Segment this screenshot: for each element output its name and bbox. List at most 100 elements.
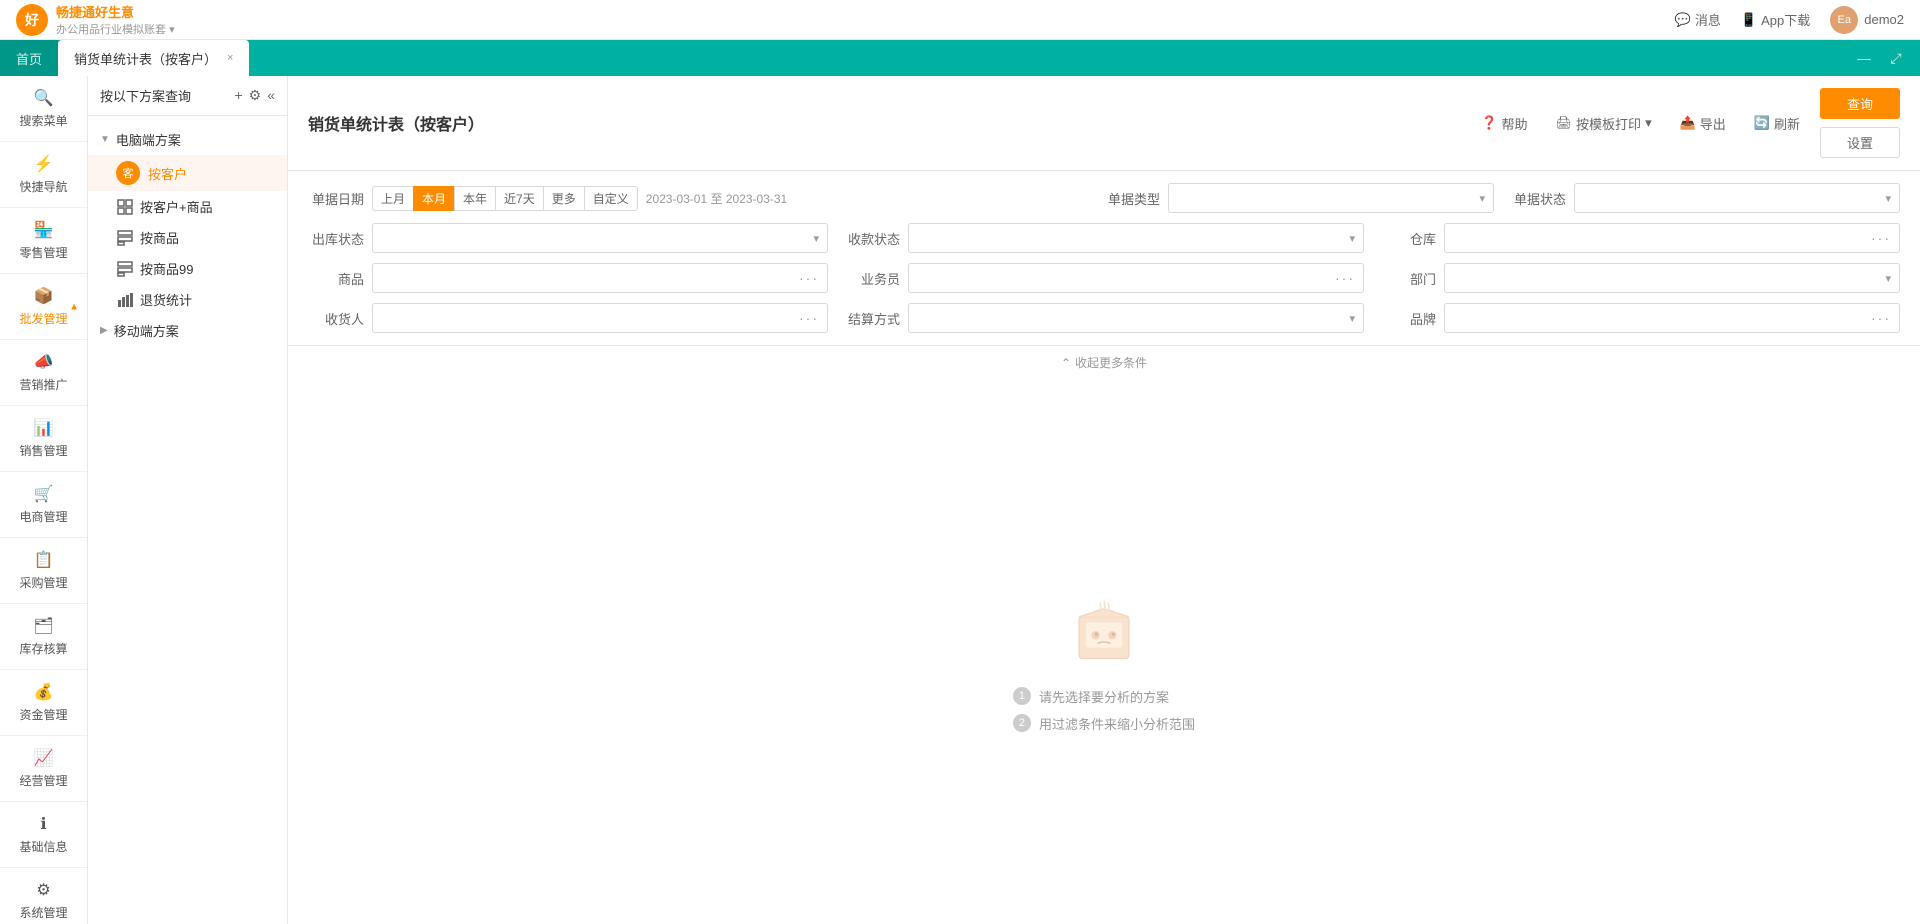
left-panel-header: 按以下方案查询 + ⚙ « (88, 76, 287, 116)
by-goods99-icon (116, 260, 134, 278)
sidebar-item-wholesale[interactable]: 📦 批发管理 ▲ (0, 274, 87, 340)
left-panel: 按以下方案查询 + ⚙ « ▼ 电脑端方案 客 按客户 (88, 76, 288, 924)
doc-type-select[interactable]: ▾ (1168, 183, 1494, 213)
tree-group-mobile-header[interactable]: ▶ 移动端方案 (88, 315, 287, 346)
date-tab-more[interactable]: 更多 (543, 186, 584, 211)
avatar: Ea (1830, 6, 1858, 34)
date-tab-this-month[interactable]: 本月 (413, 186, 454, 211)
export-btn[interactable]: 📤 导出 (1672, 110, 1734, 137)
page-title-row: 销货单统计表（按客户） ❓ 帮助 🖨 按模板打印 ▾ 📤 (308, 88, 1900, 158)
goods-select[interactable]: ··· (372, 263, 828, 293)
print-btn[interactable]: 🖨 按模板打印 ▾ (1548, 110, 1660, 137)
logo-area: 好 畅捷通好生意 办公用品行业模拟账套 ▾ (16, 2, 175, 37)
inventory-icon: 🗂 (33, 616, 53, 636)
tree-group-desktop-header[interactable]: ▼ 电脑端方案 (88, 124, 287, 155)
brand-dots: ··· (1871, 310, 1891, 326)
date-range-display: 2023-03-01 至 2023-03-31 (646, 190, 787, 207)
help-btn[interactable]: ❓ 帮助 (1473, 110, 1535, 137)
filter-row-3: 商品 ··· 业务员 ··· 部门 (308, 263, 1900, 293)
date-tab-this-year[interactable]: 本年 (454, 186, 495, 211)
date-tab-7days[interactable]: 近7天 (495, 186, 543, 211)
purchase-icon: 📋 (34, 550, 54, 570)
scheme-settings-btn[interactable]: ⚙ (249, 87, 262, 104)
recipient-select[interactable]: ··· (372, 303, 828, 333)
query-button[interactable]: 查询 (1820, 88, 1900, 119)
warehouse-select[interactable]: ··· (1444, 223, 1900, 253)
sidebar-item-purchase[interactable]: 📋 采购管理 (0, 538, 87, 604)
download-icon: 📱 (1741, 12, 1757, 28)
tab-active[interactable]: 销货单统计表（按客户） × (58, 40, 249, 76)
tab-restore-btn[interactable]: ⤢ (1884, 46, 1908, 70)
tab-home[interactable]: 首页 (0, 40, 58, 76)
sidebar-item-system[interactable]: ⚙ 系统管理 (0, 868, 87, 924)
tree-item-by-goods99[interactable]: 按商品99 (88, 253, 287, 284)
filter-row-4: 收货人 ··· 结算方式 ▾ 品牌 (308, 303, 1900, 333)
sidebar-item-inventory[interactable]: 🗂 库存核算 (0, 604, 87, 670)
refresh-btn[interactable]: 🔄 刷新 (1746, 110, 1808, 137)
brand-select[interactable]: ··· (1444, 303, 1900, 333)
app-download-btn[interactable]: 📱 App下载 (1741, 10, 1810, 29)
out-status-select[interactable]: ▾ (372, 223, 828, 253)
left-panel-actions: + ⚙ « (234, 87, 275, 104)
tab-minimize-btn[interactable]: — (1852, 46, 1876, 70)
department-arrow: ▾ (1885, 272, 1891, 285)
date-tab-last-month[interactable]: 上月 (372, 186, 413, 211)
message-icon: 💬 (1675, 12, 1691, 28)
collapse-label: 收起更多条件 (1075, 354, 1147, 371)
doc-type-filter-item: 单据类型 ▾ (1104, 183, 1494, 213)
logo-icon: 好 (16, 4, 48, 36)
tip-num-2: 2 (1013, 714, 1031, 732)
print-dropdown-arrow: ▾ (1645, 115, 1652, 131)
out-status-arrow: ▾ (813, 232, 819, 245)
tree-expand-arrow: ▼ (100, 134, 110, 145)
sidebar-item-retail[interactable]: 🏪 零售管理 (0, 208, 87, 274)
sidebar-item-nav[interactable]: ⚡ 快捷导航 (0, 142, 87, 208)
sidebar-item-base[interactable]: ℹ 基础信息 (0, 802, 87, 868)
salesperson-label: 业务员 (844, 269, 900, 288)
filter-row-1: 单据日期 上月 本月 本年 近7天 更多 自定义 2023-03-01 至 20… (308, 183, 1900, 213)
salesperson-select[interactable]: ··· (908, 263, 1364, 293)
tab-close-icon[interactable]: × (227, 52, 233, 64)
empty-tip-2: 2 用过滤条件来缩小分析范围 (1013, 714, 1195, 733)
goods-filter-item: 商品 ··· (308, 263, 828, 293)
doc-status-filter-item: 单据状态 ▾ (1510, 183, 1900, 213)
tree-item-by-goods[interactable]: 按商品 (88, 222, 287, 253)
collapse-panel-btn[interactable]: « (267, 87, 275, 104)
add-scheme-btn[interactable]: + (234, 87, 242, 104)
tree-group-mobile: ▶ 移动端方案 (88, 315, 287, 346)
settlement-select[interactable]: ▾ (908, 303, 1364, 333)
ecommerce-icon: 🛒 (34, 484, 54, 504)
app-name: 畅捷通好生意 (56, 2, 175, 21)
user-profile[interactable]: Ea demo2 (1830, 6, 1904, 34)
tree-item-by-customer[interactable]: 客 按客户 (88, 155, 287, 191)
salesperson-filter-item: 业务员 ··· (844, 263, 1364, 293)
sidebar-item-search[interactable]: 🔍 搜索菜单 (0, 76, 87, 142)
return-stats-icon (116, 291, 134, 309)
department-select[interactable]: ▾ (1444, 263, 1900, 293)
export-icon: 📤 (1680, 115, 1696, 131)
date-tab-custom[interactable]: 自定义 (584, 186, 638, 211)
sidebar-item-finance[interactable]: 💰 资金管理 (0, 670, 87, 736)
collapse-bar[interactable]: ⌃ 收起更多条件 (288, 345, 1920, 379)
settings-button[interactable]: 设置 (1820, 127, 1900, 158)
tree-item-by-customer-goods[interactable]: 按客户+商品 (88, 191, 287, 222)
tree-item-return-stats[interactable]: 退货统计 (88, 284, 287, 315)
sidebar-item-marketing[interactable]: 📣 营销推广 (0, 340, 87, 406)
salesperson-dots: ··· (1335, 270, 1355, 286)
doc-status-select[interactable]: ▾ (1574, 183, 1900, 213)
header-right: 💬 消息 📱 App下载 Ea demo2 (1675, 6, 1904, 34)
date-tabs: 上月 本月 本年 近7天 更多 自定义 (372, 186, 638, 211)
message-btn[interactable]: 💬 消息 (1675, 10, 1721, 29)
tree-group-desktop: ▼ 电脑端方案 客 按客户 按客户+商品 (88, 124, 287, 315)
receipt-status-filter-item: 收款状态 ▾ (844, 223, 1364, 253)
sidebar-item-sales[interactable]: 📊 销售管理 (0, 406, 87, 472)
sidebar-item-ecommerce[interactable]: 🛒 电商管理 (0, 472, 87, 538)
brand-filter-item: 品牌 ··· (1380, 303, 1900, 333)
subtitle-dropdown[interactable]: ▾ (169, 24, 175, 36)
base-icon: ℹ (40, 814, 46, 834)
settlement-arrow: ▾ (1349, 312, 1355, 325)
sidebar-item-management[interactable]: 📈 经营管理 (0, 736, 87, 802)
wholesale-icon: 📦 (34, 286, 54, 306)
refresh-icon: 🔄 (1754, 115, 1770, 131)
receipt-status-select[interactable]: ▾ (908, 223, 1364, 253)
